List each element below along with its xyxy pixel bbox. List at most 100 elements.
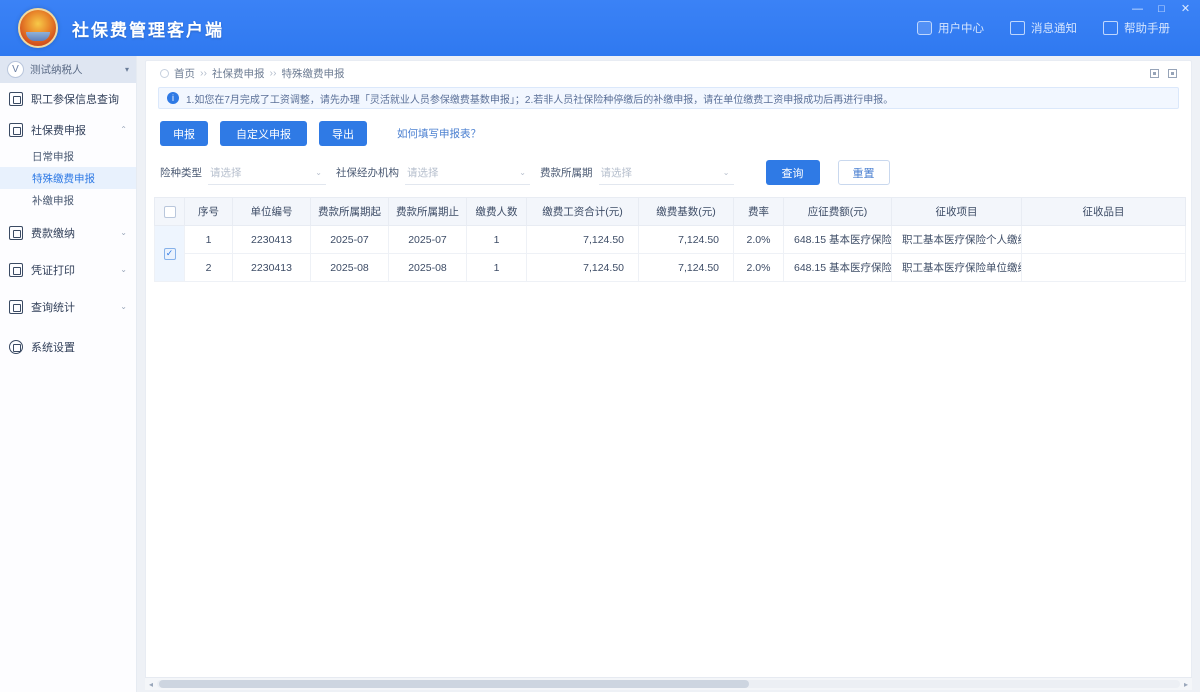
declare-button[interactable]: 申报 — [160, 121, 208, 146]
breadcrumb-level2[interactable]: 社保费申报 — [212, 66, 265, 81]
breadcrumb-separator: ›› — [269, 67, 277, 79]
table-header-row: 序号 单位编号 费款所属期起 费款所属期止 缴费人数 缴费工资合计(元) 缴费基… — [154, 197, 1186, 226]
agency-filter[interactable]: 请选择 ⌄ — [405, 160, 530, 185]
cell-collect-subitem — [1021, 225, 1186, 254]
chevron-down-icon: ⌄ — [120, 302, 127, 311]
sidebar-subitem-supplement[interactable]: 补缴申报 — [0, 189, 136, 211]
scroll-right-icon[interactable]: ▸ — [1180, 680, 1192, 689]
scrollbar-thumb[interactable] — [159, 680, 749, 688]
titlebar-help[interactable]: 帮助手册 — [1103, 20, 1170, 36]
sidebar-item-declaration[interactable]: 社保费申报 ⌃ — [0, 114, 136, 145]
panel-controls — [1150, 68, 1177, 78]
cell-rate: 2.0% — [733, 225, 784, 254]
titlebar-help-label: 帮助手册 — [1124, 23, 1170, 35]
export-button[interactable]: 导出 — [319, 121, 367, 146]
breadcrumb-level3: 特殊缴费申报 — [281, 67, 345, 80]
avatar: V — [7, 61, 24, 78]
user-icon — [917, 21, 932, 35]
doc-icon — [1103, 21, 1118, 35]
minimize-icon[interactable]: — — [1131, 3, 1144, 16]
cell-wage-total: 7,124.50 — [526, 253, 639, 282]
org-name: 测试纳税人 — [30, 64, 83, 76]
restore-icon[interactable] — [1150, 68, 1159, 78]
cell-amount: 648.15 基本医疗保险费 — [783, 253, 892, 282]
insurance-type-filter[interactable]: 请选择 ⌄ — [208, 160, 326, 185]
select-all-header[interactable] — [154, 197, 185, 226]
titlebar-user-center-label: 用户中心 — [938, 23, 984, 35]
titlebar-messages[interactable]: 消息通知 — [1010, 20, 1077, 36]
filter-bar: 险种类型 请选择 ⌄ 社保经办机构 请选择 ⌄ 费款所属期 请选择 ⌄ 查询 重… — [146, 154, 1191, 197]
col-period-start[interactable]: 费款所属期起 — [310, 197, 389, 226]
cell-period-end: 2025-07 — [388, 225, 467, 254]
col-wage-total[interactable]: 缴费工资合计(元) — [526, 197, 639, 226]
period-filter[interactable]: 请选择 ⌄ — [598, 160, 734, 185]
form-icon — [9, 91, 23, 106]
cell-index: 1 — [184, 225, 233, 254]
row-checkbox[interactable]: ✓ — [163, 247, 176, 260]
custom-declare-button[interactable]: 自定义申报 — [220, 121, 307, 146]
col-person-count[interactable]: 缴费人数 — [466, 197, 527, 226]
sidebar-item-employee-query[interactable]: 职工参保信息查询 — [0, 83, 136, 114]
col-collect-item[interactable]: 征收项目 — [891, 197, 1022, 226]
agency-group: 社保经办机构 请选择 ⌄ — [336, 160, 530, 185]
sidebar-item-label: 凭证打印 — [31, 264, 75, 277]
col-base[interactable]: 缴费基数(元) — [638, 197, 734, 226]
org-selector[interactable]: V 测试纳税人 ▾ — [0, 56, 136, 83]
cell-wage-total: 7,124.50 — [526, 225, 639, 254]
insurance-type-group: 险种类型 请选择 ⌄ — [160, 160, 326, 185]
cell-collect-subitem — [1021, 253, 1186, 282]
scrollbar-track[interactable] — [157, 680, 1180, 688]
horizontal-scrollbar[interactable]: ◂ ▸ — [145, 677, 1192, 690]
col-period-end[interactable]: 费款所属期止 — [388, 197, 467, 226]
sidebar: V 测试纳税人 ▾ 职工参保信息查询 社保费申报 ⌃ 日常申报 特殊缴费申报 补… — [0, 56, 137, 692]
app-title: 社保费管理客户端 — [72, 20, 224, 40]
col-rate[interactable]: 费率 — [733, 197, 784, 226]
agency-value: 请选择 — [407, 166, 439, 179]
chevron-down-icon: ⌄ — [120, 265, 127, 274]
cell-collect-item: 职工基本医疗保险单位缴纳 — [891, 253, 1022, 282]
query-button[interactable]: 查询 — [765, 160, 820, 185]
query-icon — [9, 262, 23, 277]
sidebar-item-voucher[interactable]: 凭证打印 ⌄ — [0, 254, 136, 285]
close-icon[interactable]: ✕ — [1179, 3, 1192, 16]
reset-button[interactable]: 重置 — [837, 160, 890, 185]
table-row[interactable]: ✓ 1 2230413 2025-07 2025-07 1 7,124.50 7… — [154, 225, 1186, 282]
cell-rate: 2.0% — [733, 253, 784, 282]
notice-text: 1.如您在7月完成了工资调整，请先办理「灵活就业人员参保缴费基数申报」；2.若非… — [186, 94, 894, 106]
chevron-down-icon: ⌄ — [315, 167, 322, 177]
sidebar-item-statistics[interactable]: 查询统计 ⌄ — [0, 291, 136, 322]
titlebar-user-center[interactable]: 用户中心 — [917, 20, 984, 36]
chevron-up-icon: ⌃ — [120, 125, 127, 134]
close-icon[interactable] — [1168, 68, 1177, 78]
cell-unit-no: 2230413 — [232, 225, 311, 254]
sidebar-item-settings[interactable]: 系统设置 — [0, 331, 136, 362]
select-all-checkbox[interactable] — [163, 205, 176, 218]
period-value: 请选择 — [600, 166, 633, 179]
col-index[interactable]: 序号 — [184, 197, 233, 226]
breadcrumb-separator: ›› — [200, 67, 207, 79]
cell-person-count: 1 — [466, 225, 527, 254]
sidebar-subitem-daily[interactable]: 日常申报 — [0, 145, 136, 167]
col-amount[interactable]: 应征费额(元) — [783, 197, 892, 226]
cell-base: 7,124.50 — [638, 225, 734, 254]
col-unit-no[interactable]: 单位编号 — [232, 197, 311, 226]
cell-unit-no: 2230413 — [232, 253, 311, 282]
cell-person-count: 1 — [466, 253, 527, 282]
breadcrumb-home[interactable]: 首页 — [174, 66, 195, 81]
row-select-cell[interactable]: ✓ — [154, 225, 185, 282]
titlebar-messages-label: 消息通知 — [1031, 23, 1077, 35]
cell-base: 7,124.50 — [638, 253, 734, 282]
scroll-left-icon[interactable]: ◂ — [145, 680, 157, 689]
col-collect-subitem[interactable]: 征收品目 — [1021, 197, 1186, 226]
cell-period-start: 2025-08 — [310, 253, 389, 282]
sidebar-item-payment[interactable]: 费款缴纳 ⌄ — [0, 217, 136, 248]
table-row[interactable]: 2 2230413 2025-08 2025-08 1 7,124.50 7,1… — [155, 253, 1186, 282]
help-link[interactable]: 如何填写申报表？ — [397, 126, 481, 141]
maximize-icon[interactable]: □ — [1155, 3, 1168, 16]
cell-period-start: 2025-07 — [310, 225, 389, 254]
sidebar-item-label: 职工参保信息查询 — [31, 93, 119, 106]
chevron-down-icon: ▾ — [124, 65, 129, 74]
insurance-type-label: 险种类型 — [160, 167, 202, 179]
sidebar-subitem-special[interactable]: 特殊缴费申报 — [0, 167, 136, 189]
sidebar-item-label: 查询统计 — [31, 301, 75, 314]
